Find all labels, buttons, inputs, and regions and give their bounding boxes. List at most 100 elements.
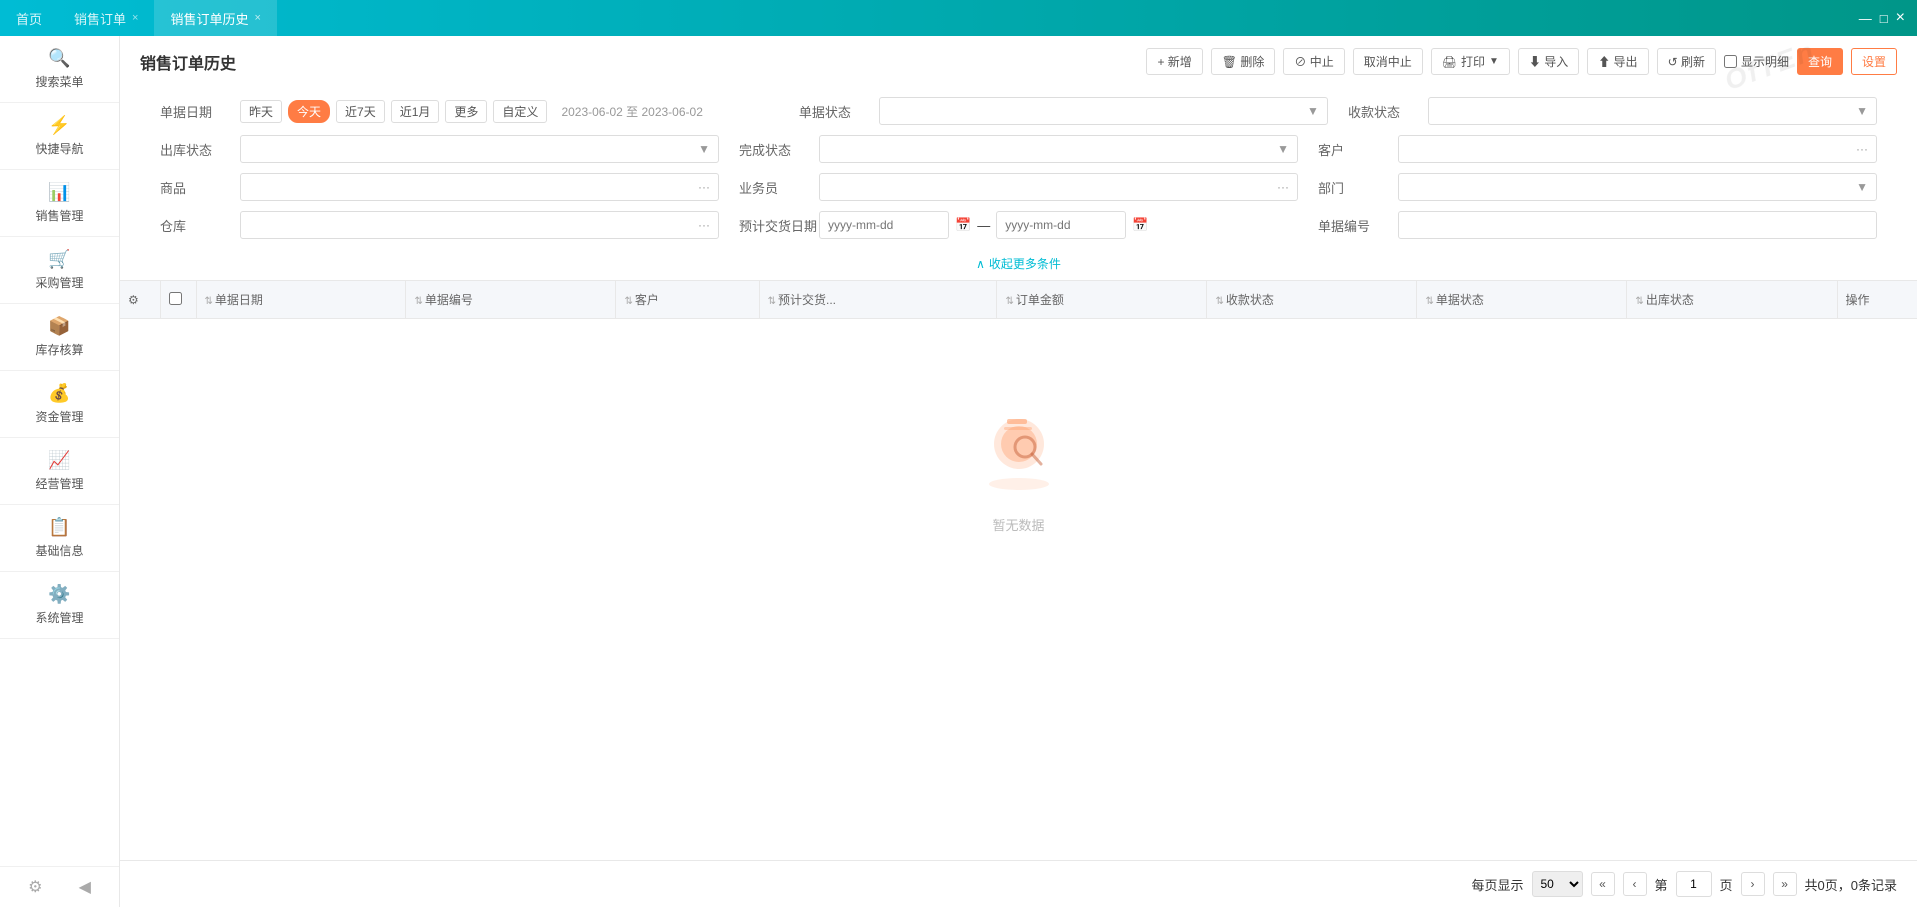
filter-row-2: 出库状态 ▼ 完成状态 ▼ 客户 [160, 135, 1877, 163]
refresh-button[interactable]: ↺ 刷新 [1657, 48, 1716, 75]
expected-date-from[interactable] [819, 211, 949, 239]
th-payment-status[interactable]: ⇅收款状态 [1207, 281, 1417, 319]
top-bar: 首页销售订单×销售订单历史× — □ × [0, 0, 1917, 36]
warehouse-select[interactable]: ··· [240, 211, 719, 239]
sidebar-icon-purchase-mgmt: 🛒 [48, 249, 70, 270]
sidebar-label-inventory: 库存核算 [35, 341, 83, 358]
expected-date-to[interactable] [996, 211, 1126, 239]
dept-chevron: ▼ [1856, 180, 1868, 194]
first-page-button[interactable]: « [1591, 872, 1615, 896]
th-customer[interactable]: ⇅客户 [616, 281, 759, 319]
export-button[interactable]: ⬆ 导出 [1587, 48, 1648, 75]
th-checkbox[interactable] [160, 281, 196, 319]
top-tab-home[interactable]: 首页 [0, 0, 58, 36]
select-all-checkbox[interactable] [169, 292, 182, 305]
th-number[interactable]: ⇅单据编号 [406, 281, 616, 319]
next-page-button[interactable]: › [1741, 872, 1765, 896]
out-status-chevron: ▼ [698, 142, 710, 156]
sidebar-icon-system: ⚙️ [48, 584, 70, 605]
sidebar-label-basic-info: 基础信息 [35, 542, 83, 559]
print-button[interactable]: 🖨 打印 ▼ [1431, 48, 1510, 75]
date-label: 单据日期 [160, 102, 240, 121]
filter-row-4: 仓库 ··· 预计交货日期 📅 — 📅 [160, 211, 1877, 239]
th-order-amount[interactable]: ⇅订单金额 [997, 281, 1207, 319]
th-settings[interactable]: ⚙ [120, 281, 160, 319]
sidebar-collapse-icon[interactable]: ◀ [79, 877, 91, 897]
sidebar-bottom: ⚙ ◀ [0, 866, 119, 907]
collapse-row[interactable]: ∧ 收起更多条件 [160, 249, 1877, 280]
sidebar-settings-icon[interactable]: ⚙ [28, 877, 42, 897]
prev-page-button[interactable]: ‹ [1623, 872, 1647, 896]
dept-filter: ▼ [1398, 173, 1877, 201]
stop-button[interactable]: ⊘ 中止 [1283, 48, 1344, 75]
show-detail-checkbox[interactable] [1724, 55, 1737, 68]
import-button[interactable]: ⬇ 导入 [1518, 48, 1579, 75]
salesperson-filter: ··· [819, 173, 1298, 201]
date-today[interactable]: 今天 [288, 100, 330, 123]
calendar-icon-to[interactable]: 📅 [1132, 217, 1148, 233]
per-page-select[interactable]: 50 10 20 100 [1532, 871, 1583, 897]
sidebar-label-purchase-mgmt: 采购管理 [35, 274, 83, 291]
minimize-icon[interactable]: — [1859, 11, 1872, 26]
sidebar-item-finance[interactable]: 💰资金管理 [0, 371, 119, 438]
empty-state: 暂无数据 [120, 319, 1917, 614]
sidebar-item-operation[interactable]: 📈经营管理 [0, 438, 119, 505]
order-status-chevron: ▼ [1307, 104, 1319, 118]
new-button[interactable]: + 新增 [1146, 48, 1202, 75]
sidebar-label-quick-nav: 快捷导航 [35, 140, 83, 157]
sidebar-item-purchase-mgmt[interactable]: 🛒 采购管理 [0, 237, 119, 304]
payment-status-select[interactable]: ▼ [1428, 97, 1877, 125]
dept-select[interactable]: ▼ [1398, 173, 1877, 201]
goods-select[interactable]: ··· [240, 173, 719, 201]
delete-button[interactable]: 🗑 删除 [1211, 48, 1276, 75]
sidebar-label-system: 系统管理 [35, 609, 83, 626]
salesperson-select[interactable]: ··· [819, 173, 1298, 201]
sidebar-item-basic-info[interactable]: 📋基础信息 [0, 505, 119, 572]
settings-button[interactable]: 设置 [1851, 48, 1897, 75]
order-status-select[interactable]: ▼ [879, 97, 1328, 125]
sidebar-item-search-menu[interactable]: 🔍搜索菜单 [0, 36, 119, 103]
sidebar-item-sales-mgmt[interactable]: 📊销售管理 [0, 170, 119, 237]
sidebar-label-sales-mgmt: 销售管理 [35, 207, 83, 224]
show-detail-label[interactable]: 显示明细 [1724, 53, 1789, 70]
cancel-stop-button[interactable]: 取消中止 [1353, 48, 1423, 75]
sidebar-label-finance: 资金管理 [35, 408, 83, 425]
print-icon: 🖨 [1442, 55, 1457, 69]
complete-status-select[interactable]: ▼ [819, 135, 1298, 163]
date-1month[interactable]: 近1月 [391, 100, 440, 123]
sidebar-item-system[interactable]: ⚙️ 系统管理 [0, 572, 119, 639]
close-window-icon[interactable]: × [1896, 9, 1905, 27]
date-7days[interactable]: 近7天 [336, 100, 385, 123]
payment-status-chevron: ▼ [1856, 104, 1868, 118]
close-tab-sales-order[interactable]: × [132, 12, 138, 24]
th-expected-date[interactable]: ⇅预计交货... [759, 281, 997, 319]
page-title-row: 销售订单历史 + 新增 🗑 删除 ⊘ 中止 取消中止 🖨 打印 ▼ ⬇ 导入 ⬆… [140, 48, 1897, 75]
last-page-button[interactable]: » [1773, 872, 1797, 896]
th-order-status[interactable]: ⇅单据状态 [1417, 281, 1627, 319]
order-number-input[interactable] [1398, 211, 1877, 239]
out-status-select[interactable]: ▼ [240, 135, 719, 163]
calendar-icon-from[interactable]: 📅 [955, 217, 971, 233]
warehouse-filter: ··· [240, 211, 719, 239]
th-date[interactable]: ⇅单据日期 [196, 281, 406, 319]
page-title: 销售订单历史 [140, 50, 236, 74]
date-yesterday[interactable]: 昨天 [240, 100, 282, 123]
sidebar-icon-inventory: 📦 [48, 316, 70, 337]
top-tab-sales-order[interactable]: 销售订单× [58, 0, 154, 36]
th-out-status[interactable]: ⇅出库状态 [1627, 281, 1837, 319]
date-custom[interactable]: 自定义 [493, 100, 547, 123]
page-input[interactable] [1676, 871, 1712, 897]
collapse-label: 收起更多条件 [989, 255, 1061, 272]
date-more[interactable]: 更多 [445, 100, 487, 123]
data-table: ⚙ ⇅单据日期 ⇅单据编号 ⇅客户 ⇅预计交货... ⇅订单金额 ⇅收款状态 ⇅… [120, 281, 1917, 319]
top-tab-sales-order-history[interactable]: 销售订单历史× [154, 0, 276, 36]
customer-select[interactable]: ··· [1398, 135, 1877, 163]
query-button[interactable]: 查询 [1797, 48, 1843, 75]
sidebar-item-quick-nav[interactable]: ⚡ 快捷导航 [0, 103, 119, 170]
maximize-icon[interactable]: □ [1880, 11, 1888, 26]
sidebar-item-inventory[interactable]: 📦 库存核算 [0, 304, 119, 371]
dept-label: 部门 [1318, 178, 1398, 197]
close-tab-sales-order-history[interactable]: × [254, 12, 260, 24]
sidebar-icon-quick-nav: ⚡ [48, 115, 70, 136]
window-controls: — □ × [1859, 9, 1917, 27]
